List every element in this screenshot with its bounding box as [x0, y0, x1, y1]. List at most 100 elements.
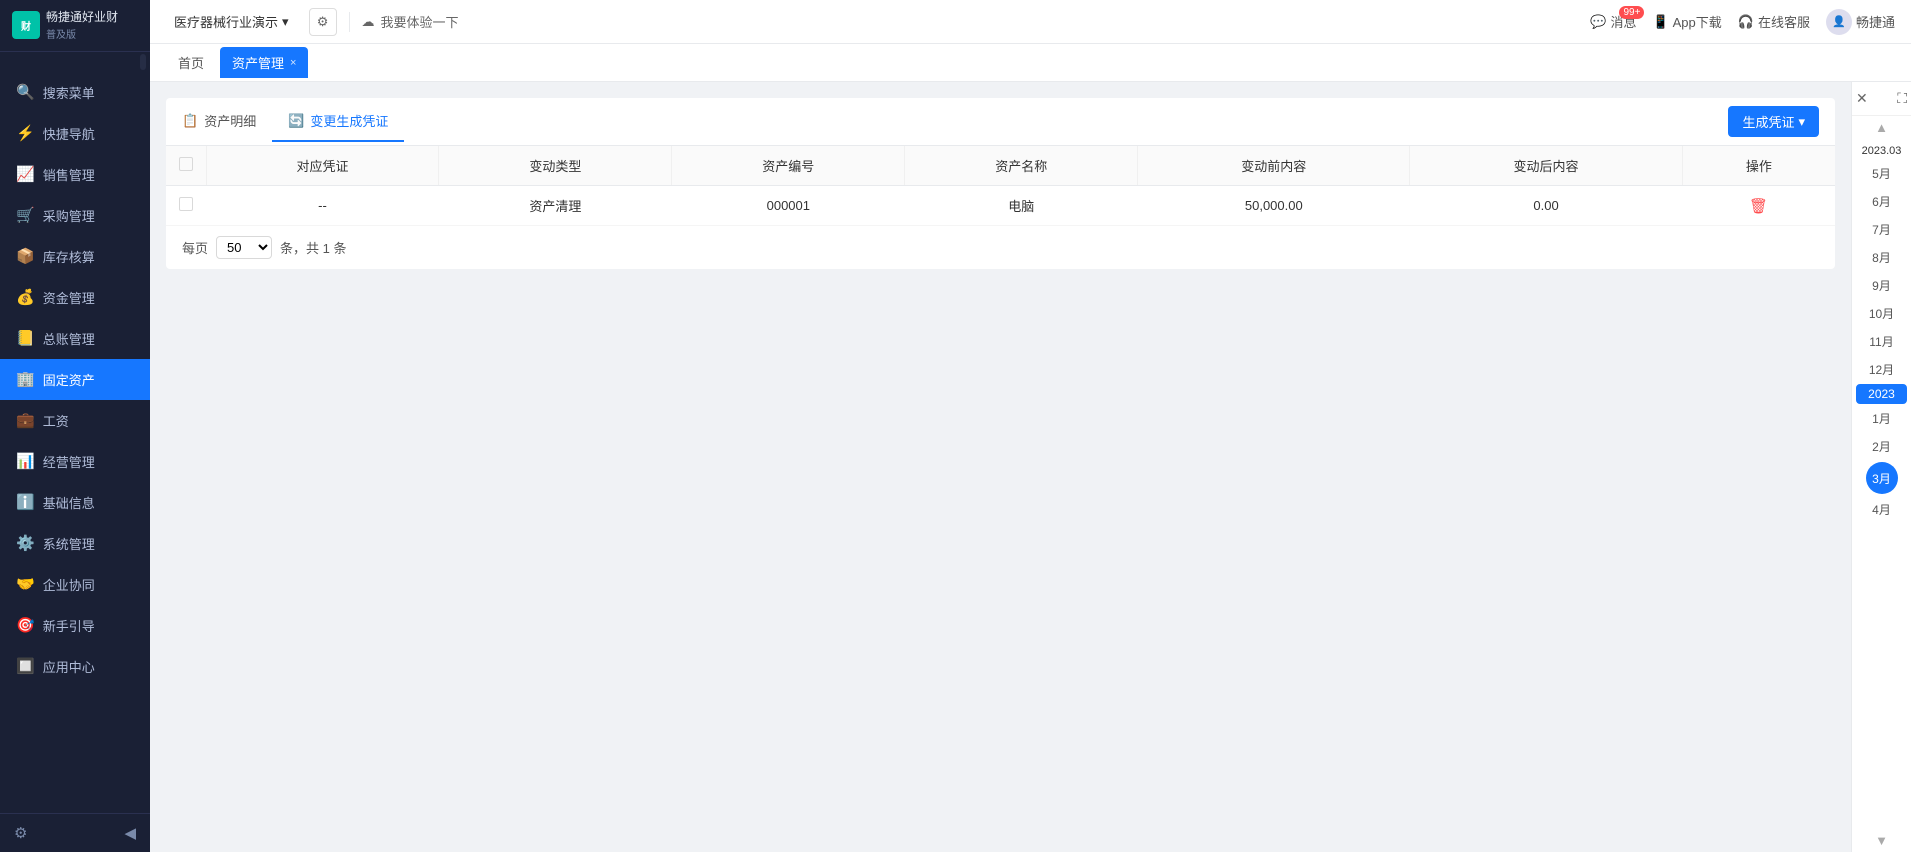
sidebar-item-label: 快捷导航: [43, 124, 95, 143]
month-item-2[interactable]: 2月: [1856, 433, 1907, 460]
sidebar-item-label: 资金管理: [43, 288, 95, 307]
tab-home[interactable]: 首页: [166, 47, 216, 78]
sidebar-item-label: 经营管理: [43, 452, 95, 471]
sidebar-logo: 财 畅捷通好业财 普及版: [0, 0, 150, 52]
date-scroll-up-button[interactable]: ▲: [1852, 116, 1911, 139]
sidebar-item-label: 采购管理: [43, 206, 95, 225]
customer-service-button[interactable]: 🎧 在线客服: [1738, 12, 1810, 31]
sidebar-item-label: 应用中心: [43, 657, 95, 676]
generate-voucher-button[interactable]: 生成凭证 ▾: [1728, 106, 1819, 137]
topbar: 医疗器械行业演示 ▾ ⚙ ☁ 我要体验一下 💬 消息 99+ 📱 App下载 🎧…: [150, 0, 1911, 44]
row-asset-code[interactable]: 000001: [672, 186, 905, 226]
payroll-icon: 💼: [16, 411, 35, 429]
per-page-select[interactable]: 20 50 100: [216, 236, 272, 259]
company-dropdown-icon: ▾: [282, 14, 289, 30]
down-arrow-icon: ▼: [1875, 833, 1888, 848]
sidebar-item-purchase[interactable]: 🛒 采购管理: [0, 195, 150, 236]
experience-button[interactable]: ☁ 我要体验一下: [362, 12, 459, 31]
sidebar-item-quick-nav[interactable]: ⚡ 快捷导航: [0, 113, 150, 154]
sidebar-item-fixed-assets[interactable]: 🏢 固定资产: [0, 359, 150, 400]
sidebar-nav: 🔍 搜索菜单 ⚡ 快捷导航 📈 销售管理 🛒 采购管理 📦 库存核算 💰 资金管…: [0, 72, 150, 813]
month-item-9[interactable]: 9月: [1856, 272, 1907, 299]
sidebar-item-payroll[interactable]: 💼 工资: [0, 400, 150, 441]
col-action: 操作: [1682, 146, 1835, 186]
purchase-icon: 🛒: [16, 206, 35, 224]
sidebar-item-guide[interactable]: 🎯 新手引导: [0, 605, 150, 646]
app-logo-text: 畅捷通好业财 普及版: [46, 10, 118, 41]
content-area: 📋 资产明细 🔄 变更生成凭证 生成凭证 ▾: [150, 82, 1911, 852]
company-selector[interactable]: 医疗器械行业演示 ▾: [166, 8, 297, 35]
sidebar-item-sales[interactable]: 📈 销售管理: [0, 154, 150, 195]
settings-bottom-icon[interactable]: ⚙: [14, 824, 27, 842]
app-logo-icon: 财: [12, 11, 40, 39]
table-row: -- 资产清理 000001 电脑 50,000.00 0.00 🗑: [166, 186, 1835, 226]
message-button[interactable]: 💬 消息 99+: [1590, 12, 1636, 31]
right-panel-expand-button[interactable]: ⛶: [1897, 90, 1907, 107]
topbar-settings-button[interactable]: ⚙: [309, 8, 337, 36]
sidebar-item-app-center[interactable]: 🔲 应用中心: [0, 646, 150, 687]
right-panel-close-button[interactable]: ✕: [1856, 90, 1868, 107]
guide-icon: 🎯: [16, 616, 35, 634]
topbar-divider: [349, 12, 350, 32]
generate-arrow-icon: ▾: [1798, 114, 1805, 130]
month-item-7[interactable]: 7月: [1856, 216, 1907, 243]
month-item-4[interactable]: 4月: [1856, 496, 1907, 523]
month-item-11[interactable]: 11月: [1856, 328, 1907, 355]
download-icon: 📱: [1652, 14, 1668, 30]
tab-asset-management-label: 资产管理: [232, 53, 284, 72]
sidebar-item-finance[interactable]: 💰 资金管理: [0, 277, 150, 318]
sidebar-item-label: 企业协同: [43, 575, 95, 594]
tab-home-label: 首页: [178, 53, 204, 72]
select-all-checkbox[interactable]: [179, 157, 193, 171]
month-item-8[interactable]: 8月: [1856, 244, 1907, 271]
year-header-prev: 2023.03: [1852, 143, 1911, 159]
row-checkbox[interactable]: [179, 197, 193, 211]
finance-icon: 💰: [16, 288, 35, 306]
year-2023-label[interactable]: 2023: [1856, 384, 1907, 404]
delete-row-button[interactable]: 🗑: [1749, 198, 1768, 215]
sidebar-item-ledger[interactable]: 📒 总账管理: [0, 318, 150, 359]
month-item-12[interactable]: 12月: [1856, 356, 1907, 383]
sidebar-item-label: 固定资产: [43, 370, 95, 389]
user-name: 畅捷通: [1856, 12, 1895, 31]
company-name: 医疗器械行业演示: [174, 12, 278, 31]
col-asset-code: 资产编号: [672, 146, 905, 186]
sidebar-item-label: 搜索菜单: [43, 83, 95, 102]
settings-icon: ⚙: [317, 14, 329, 30]
tab-close-button[interactable]: ×: [290, 57, 296, 69]
nav-tabs: 首页 资产管理 ×: [150, 44, 1911, 82]
date-scroll-down-button[interactable]: ▼: [1852, 829, 1911, 852]
right-panel-header: ✕ ⛶: [1852, 82, 1911, 116]
sidebar-item-system[interactable]: ⚙️ 系统管理: [0, 523, 150, 564]
month-item-10[interactable]: 10月: [1856, 300, 1907, 327]
app-center-icon: 🔲: [16, 657, 35, 675]
month-item-3-active[interactable]: 3月: [1866, 462, 1898, 494]
sidebar-bottom: ⚙ ◀: [0, 813, 150, 852]
cloud-icon: ☁: [362, 14, 375, 30]
tab-asset-management[interactable]: 资产管理 ×: [220, 47, 308, 78]
row-action-cell: 🗑: [1682, 186, 1835, 226]
pagination: 每页 20 50 100 条，共 1 条: [166, 226, 1835, 269]
quick-nav-icon: ⚡: [16, 124, 35, 142]
month-item-5[interactable]: 5月: [1856, 160, 1907, 187]
month-item-6[interactable]: 6月: [1856, 188, 1907, 215]
sidebar-item-operations[interactable]: 📊 经营管理: [0, 441, 150, 482]
sidebar-item-search[interactable]: 🔍 搜索菜单: [0, 72, 150, 113]
change-voucher-icon: 🔄: [288, 113, 304, 129]
operations-icon: 📊: [16, 452, 35, 470]
ledger-icon: 📒: [16, 329, 35, 347]
inventory-icon: 📦: [16, 247, 35, 265]
month-item-1[interactable]: 1月: [1856, 405, 1907, 432]
sidebar-item-basic-info[interactable]: ℹ️ 基础信息: [0, 482, 150, 523]
app-download-button[interactable]: 📱 App下载: [1652, 12, 1721, 31]
collapse-sidebar-button[interactable]: ◀: [124, 824, 136, 842]
sidebar-item-enterprise[interactable]: 🤝 企业协同: [0, 564, 150, 605]
sub-tab-asset-detail[interactable]: 📋 资产明细: [166, 101, 272, 142]
sidebar-item-inventory[interactable]: 📦 库存核算: [0, 236, 150, 277]
sub-tab-change-voucher[interactable]: 🔄 变更生成凭证: [272, 101, 404, 142]
user-menu-button[interactable]: 👤 畅捷通: [1826, 9, 1895, 35]
sidebar-item-label: 销售管理: [43, 165, 95, 184]
basic-info-icon: ℹ️: [16, 493, 35, 511]
sidebar-item-label: 库存核算: [43, 247, 95, 266]
sidebar-item-label: 新手引导: [43, 616, 95, 635]
